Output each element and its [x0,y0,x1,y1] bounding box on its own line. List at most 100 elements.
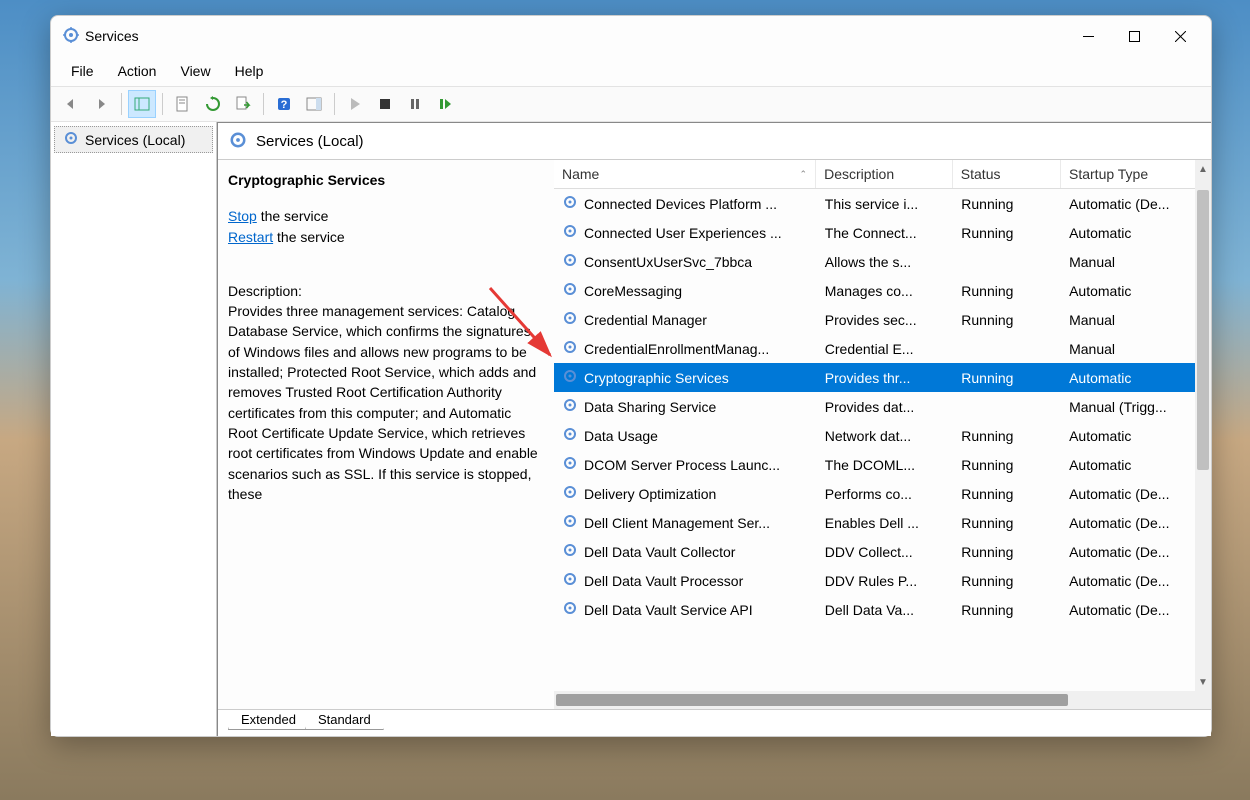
cell-status: Running [953,544,1061,560]
cell-startup: Automatic [1061,225,1211,241]
menu-file[interactable]: File [59,59,106,83]
table-row[interactable]: ConsentUxUserSvc_7bbcaAllows the s...Man… [554,247,1211,276]
cell-desc: Credential E... [817,341,954,357]
gear-icon [562,194,578,213]
table-row[interactable]: Dell Client Management Ser...Enables Del… [554,508,1211,537]
cell-status: Running [953,283,1061,299]
table-row[interactable]: Dell Data Vault Service APIDell Data Va.… [554,595,1211,624]
gear-icon [562,455,578,474]
cell-name: Dell Data Vault Collector [554,542,817,561]
col-name[interactable]: Name⌃ [554,160,816,188]
table-row[interactable]: Connected User Experiences ...The Connec… [554,218,1211,247]
cell-desc: DDV Rules P... [817,573,954,589]
cell-name: Dell Client Management Ser... [554,513,817,532]
cell-name: ConsentUxUserSvc_7bbca [554,252,817,271]
cell-desc: Provides dat... [817,399,954,415]
cell-desc: The DCOML... [817,457,954,473]
table-row[interactable]: Dell Data Vault CollectorDDV Collect...R… [554,537,1211,566]
maximize-button[interactable] [1111,20,1157,52]
cell-desc: Performs co... [817,486,954,502]
scroll-down-button[interactable]: ▼ [1195,673,1211,691]
tab-extended[interactable]: Extended [228,710,309,730]
cell-status: Running [953,196,1061,212]
cell-startup: Manual [1061,341,1211,357]
tree-item-label: Services (Local) [85,132,185,148]
cell-desc: The Connect... [817,225,954,241]
gear-icon [562,571,578,590]
show-hide-tree-button[interactable] [128,90,156,118]
pause-service-button[interactable] [401,90,429,118]
cell-startup: Automatic [1061,457,1211,473]
properties-button[interactable] [169,90,197,118]
cell-status: Running [953,225,1061,241]
gear-icon [562,223,578,242]
action-pane-button[interactable] [300,90,328,118]
refresh-button[interactable] [199,90,227,118]
menu-help[interactable]: Help [223,59,276,83]
horizontal-scrollbar[interactable] [554,691,1211,709]
cell-desc: This service i... [817,196,954,212]
scroll-up-button[interactable]: ▲ [1195,160,1211,178]
window-title: Services [85,28,139,44]
table-row[interactable]: Data UsageNetwork dat...RunningAutomatic [554,421,1211,450]
table-row[interactable]: Cryptographic ServicesProvides thr...Run… [554,363,1211,392]
restart-service-line: Restart the service [228,227,540,247]
col-description[interactable]: Description [816,160,953,188]
cell-name: Delivery Optimization [554,484,817,503]
selected-service-name: Cryptographic Services [228,170,540,190]
cell-status: Running [953,602,1061,618]
forward-button[interactable] [87,90,115,118]
main-panel: Services (Local) Cryptographic Services … [217,122,1211,736]
cell-status: Running [953,428,1061,444]
cell-name: Connected Devices Platform ... [554,194,817,213]
minimize-button[interactable] [1065,20,1111,52]
svg-text:?: ? [281,99,288,111]
table-row[interactable]: Credential ManagerProvides sec...Running… [554,305,1211,334]
help-button[interactable]: ? [270,90,298,118]
cell-desc: Allows the s... [817,254,954,270]
vertical-scrollbar[interactable]: ▲ ▼ [1195,160,1211,691]
back-button[interactable] [57,90,85,118]
start-service-button[interactable] [341,90,369,118]
col-startup[interactable]: Startup Type [1061,160,1211,188]
service-list[interactable]: Name⌃ Description Status Startup Type Co… [554,160,1211,709]
panel-header: Services (Local) [218,122,1211,160]
menu-action[interactable]: Action [106,59,169,83]
stop-link[interactable]: Stop [228,208,257,224]
restart-service-button[interactable] [431,90,459,118]
cell-startup: Automatic (De... [1061,486,1211,502]
cell-status: Running [953,370,1061,386]
gear-icon [562,281,578,300]
table-row[interactable]: Connected Devices Platform ...This servi… [554,189,1211,218]
console-tree[interactable]: Services (Local) [51,122,217,736]
menu-view[interactable]: View [168,59,222,83]
table-row[interactable]: CoreMessagingManages co...RunningAutomat… [554,276,1211,305]
services-window: Services File Action View Help ? Se [50,15,1212,737]
cell-name: Dell Data Vault Service API [554,600,817,619]
cell-name: DCOM Server Process Launc... [554,455,817,474]
export-button[interactable] [229,90,257,118]
tab-standard[interactable]: Standard [305,710,384,730]
col-status[interactable]: Status [953,160,1061,188]
gear-icon [562,397,578,416]
table-row[interactable]: CredentialEnrollmentManag...Credential E… [554,334,1211,363]
hscroll-thumb[interactable] [556,694,1068,706]
titlebar[interactable]: Services [51,16,1211,56]
cell-desc: Enables Dell ... [817,515,954,531]
close-button[interactable] [1157,20,1203,52]
cell-name: Connected User Experiences ... [554,223,817,242]
view-tabs: Extended Standard [218,709,1211,736]
cell-startup: Automatic (De... [1061,515,1211,531]
cell-startup: Automatic (De... [1061,602,1211,618]
table-row[interactable]: Dell Data Vault ProcessorDDV Rules P...R… [554,566,1211,595]
list-header[interactable]: Name⌃ Description Status Startup Type [554,160,1211,189]
scroll-thumb[interactable] [1197,190,1209,470]
cell-desc: Network dat... [817,428,954,444]
stop-service-button[interactable] [371,90,399,118]
gear-icon [562,368,578,387]
table-row[interactable]: DCOM Server Process Launc...The DCOML...… [554,450,1211,479]
restart-link[interactable]: Restart [228,229,273,245]
tree-item-services-local[interactable]: Services (Local) [54,126,213,153]
table-row[interactable]: Delivery OptimizationPerforms co...Runni… [554,479,1211,508]
table-row[interactable]: Data Sharing ServiceProvides dat...Manua… [554,392,1211,421]
